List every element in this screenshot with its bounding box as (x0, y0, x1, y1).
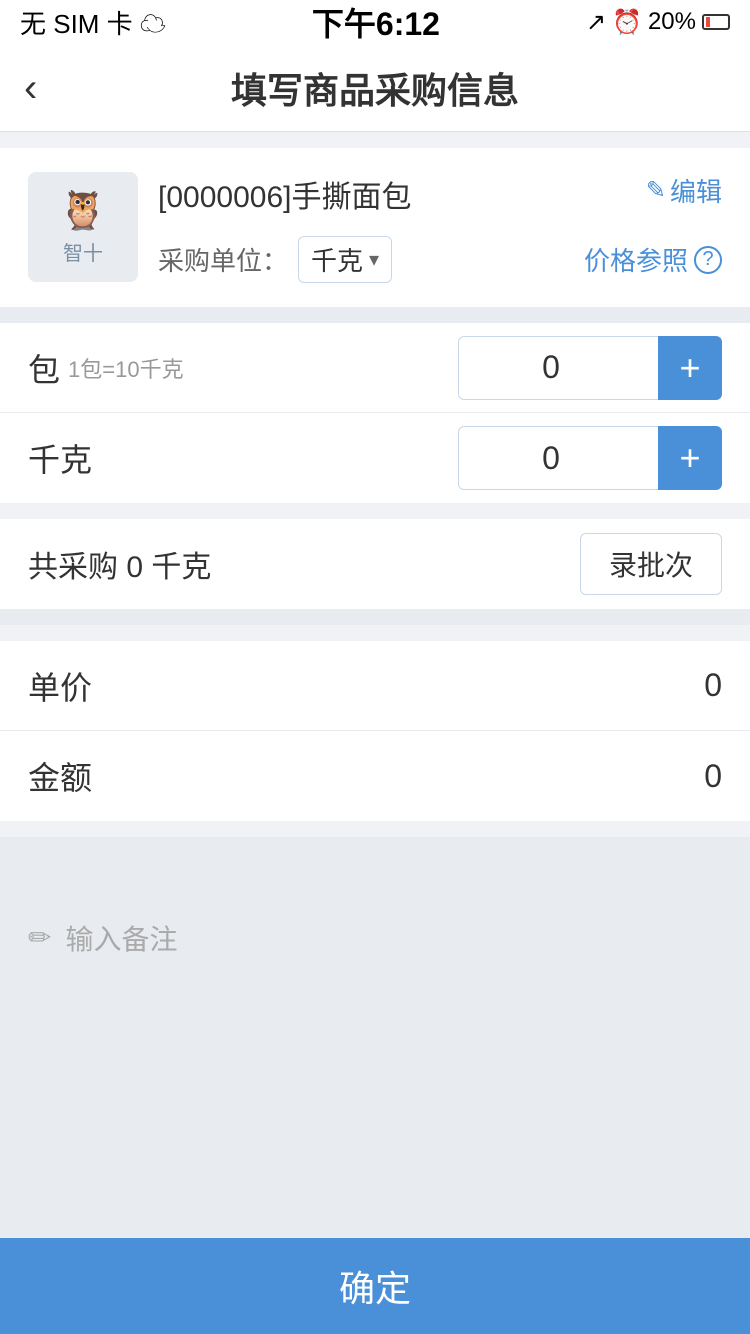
sim-status: 无 SIM 卡 ☁ (20, 4, 166, 41)
summary-label: 共采购 0 千克 (28, 542, 211, 586)
status-right: ↗ ⏰ 20% (586, 8, 730, 37)
status-left: 无 SIM 卡 ☁ (20, 4, 166, 41)
section-divider-1 (0, 307, 750, 323)
status-bar: 无 SIM 卡 ☁ 下午6:12 ↗ ⏰ 20% (0, 0, 750, 44)
bag-sublabel: 1包=10千克 (68, 352, 184, 384)
content-fill (0, 1038, 750, 1238)
price-ref-button[interactable]: 价格参照 ? (584, 241, 722, 278)
battery-percent: 20% (648, 8, 696, 36)
unit-price-label: 单价 (28, 663, 92, 709)
notes-placeholder: 输入备注 (65, 918, 177, 958)
section-divider-2 (0, 609, 750, 625)
edit-label: 编辑 (670, 172, 722, 209)
unit-price-row: 单价 0 (0, 641, 750, 731)
unit-price-value: 0 (704, 667, 722, 704)
nav-bar: ‹ 填写商品采购信息 (0, 44, 750, 132)
bag-qty-input-box: + (458, 336, 722, 400)
kg-qty-input-box: + (458, 426, 722, 490)
product-thumbnail: 🦉 智十 (28, 172, 138, 282)
help-icon: ? (694, 246, 722, 274)
confirm-label: 确定 (339, 1260, 411, 1312)
status-time: 下午6:12 (312, 0, 440, 45)
edit-icon: ✎ (646, 176, 666, 205)
location-icon: ↗ (586, 8, 606, 37)
edit-button[interactable]: ✎ 编辑 (646, 172, 722, 209)
pencil-icon: ✏ (28, 921, 51, 954)
bag-plus-button[interactable]: + (658, 336, 722, 400)
summary-row: 共采购 0 千克 录批次 (0, 519, 750, 609)
alarm-icon: ⏰ (612, 8, 642, 37)
batch-button[interactable]: 录批次 (580, 533, 722, 595)
notes-section[interactable]: ✏ 输入备注 (0, 837, 750, 1038)
amount-value: 0 (704, 758, 722, 795)
bag-qty-input[interactable] (458, 336, 658, 400)
amount-label: 金额 (28, 753, 92, 799)
product-name: [0000006]手撕面包 (158, 172, 411, 216)
back-button[interactable]: ‹ (24, 68, 37, 108)
bag-label: 包 (28, 345, 60, 391)
kg-input-row: 千克 + (0, 413, 750, 503)
summary-section: 共采购 0 千克 录批次 (0, 519, 750, 609)
product-info: [0000006]手撕面包 ✎ 编辑 采购单位： 千克 ▾ 价格参照 ? (158, 172, 722, 283)
kg-label: 千克 (28, 435, 92, 481)
input-section: 包 1包=10千克 + 千克 + (0, 323, 750, 503)
page-title: 填写商品采购信息 (231, 62, 519, 114)
price-section: 单价 0 金额 0 (0, 641, 750, 821)
amount-row: 金额 0 (0, 731, 750, 821)
battery-icon (702, 14, 730, 30)
bag-input-row: 包 1包=10千克 + (0, 323, 750, 413)
product-card: 🦉 智十 [0000006]手撕面包 ✎ 编辑 采购单位： 千克 ▾ 价格参照 … (0, 148, 750, 307)
kg-plus-button[interactable]: + (658, 426, 722, 490)
price-ref-label: 价格参照 (584, 241, 688, 278)
brand-label: 智十 (63, 237, 103, 266)
confirm-button[interactable]: 确定 (0, 1238, 750, 1334)
unit-label: 采购单位： (158, 241, 288, 278)
kg-qty-input[interactable] (458, 426, 658, 490)
unit-dropdown[interactable]: 千克 ▾ (298, 236, 392, 283)
product-logo-icon: 🦉 (59, 189, 106, 233)
unit-value: 千克 (311, 241, 363, 278)
dropdown-arrow-icon: ▾ (369, 247, 379, 272)
